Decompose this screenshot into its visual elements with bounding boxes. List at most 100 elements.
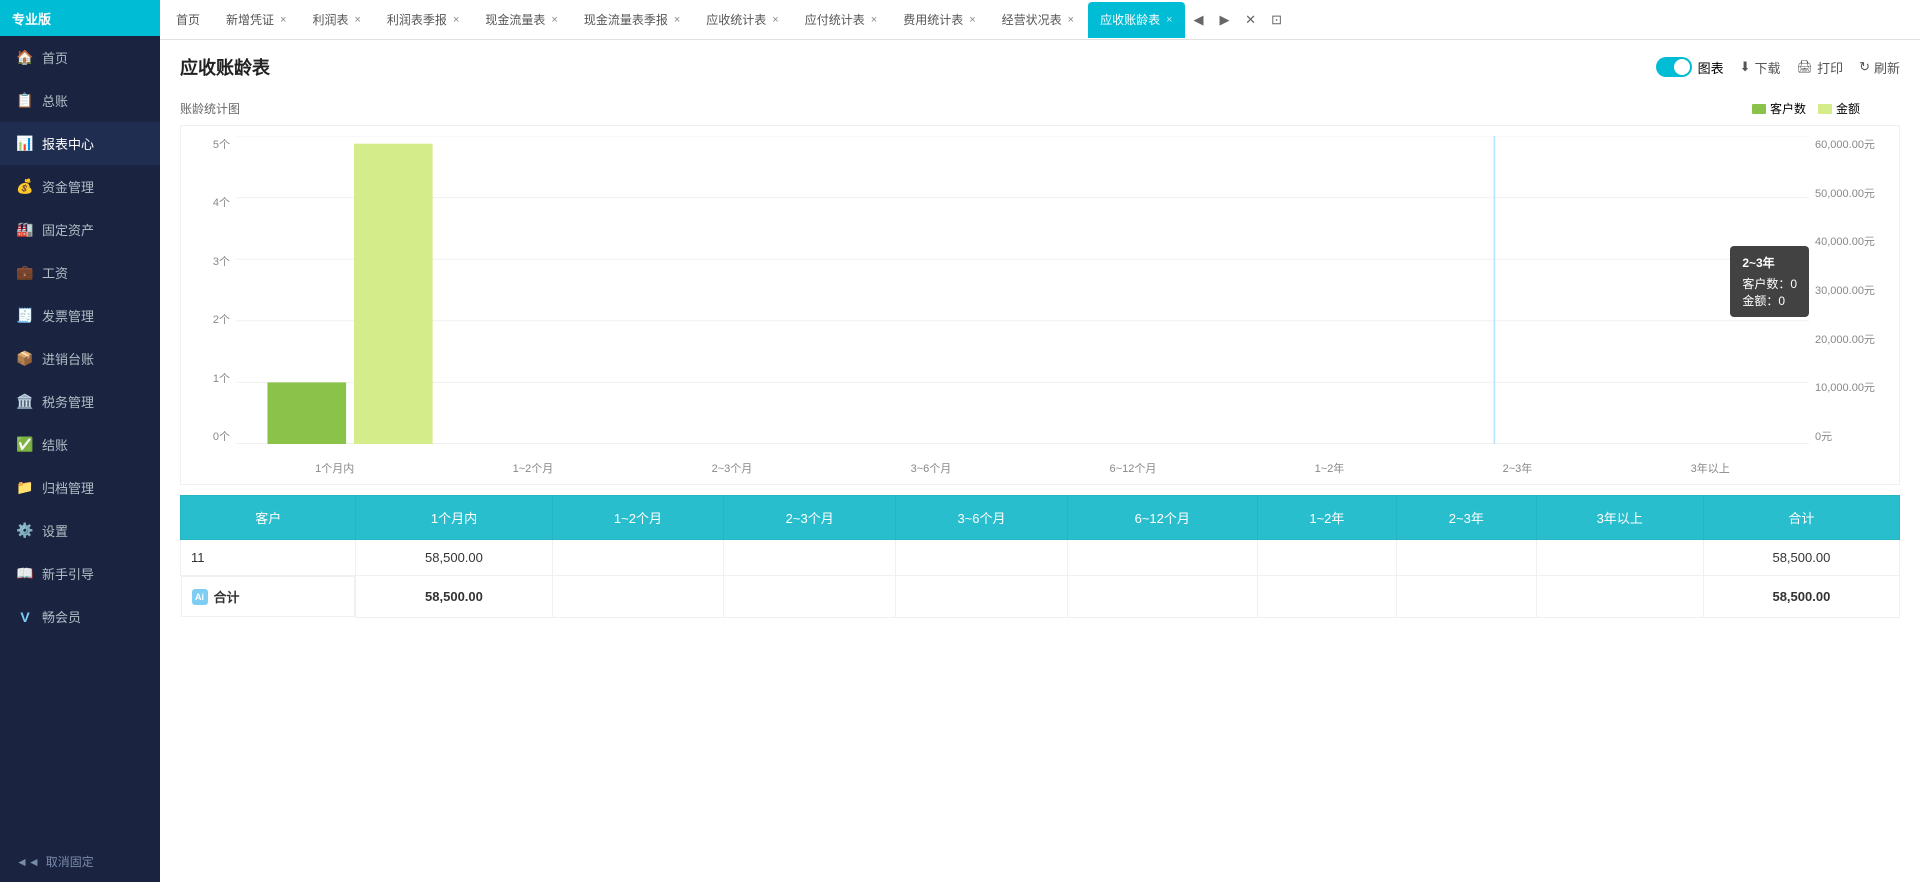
- sidebar-item-assets[interactable]: 🏭 固定资产: [0, 208, 160, 251]
- tab-ar-aging-label: 应收账龄表: [1100, 11, 1160, 28]
- sidebar-item-closing[interactable]: ✅ 结账: [0, 423, 160, 466]
- sidebar-item-ledger[interactable]: 📋 总账: [0, 79, 160, 122]
- sidebar-logo: 专业版: [0, 0, 160, 36]
- refresh-btn[interactable]: ↻ 刷新: [1859, 58, 1900, 77]
- chart-toggle[interactable]: 图表: [1656, 57, 1724, 77]
- sidebar-item-home[interactable]: 🏠 首页: [0, 36, 160, 79]
- toggle-label: 图表: [1698, 58, 1724, 77]
- chart-wrapper: 5个 4个 3个 2个 1个 0个: [180, 125, 1900, 485]
- col-m612: 6~12个月: [1067, 496, 1257, 540]
- table-total-row: Ai 合计 58,500.00 58,500.00: [181, 576, 1900, 618]
- cell-customer: 11: [181, 540, 356, 576]
- close-icon[interactable]: ×: [969, 14, 975, 26]
- sidebar-item-reports[interactable]: 📊 报表中心: [0, 122, 160, 165]
- tab-ar-stats[interactable]: 应收统计表 ×: [694, 2, 790, 38]
- settings-icon: ⚙️: [16, 522, 34, 539]
- refresh-icon: ↻: [1859, 59, 1870, 75]
- ledger-icon: 📋: [16, 92, 34, 109]
- total-icon: Ai: [192, 589, 208, 605]
- cell-y12: [1257, 540, 1396, 576]
- tab-ap-stats[interactable]: 应付统计表 ×: [793, 2, 889, 38]
- sidebar-item-tax[interactable]: 🏛️ 税务管理: [0, 380, 160, 423]
- total-m12: [552, 576, 724, 618]
- print-btn[interactable]: 🖨 打印: [1797, 58, 1844, 77]
- sidebar-item-guide[interactable]: 📖 新手引导: [0, 552, 160, 595]
- table-section: 客户 1个月内 1~2个月 2~3个月 3~6个月 6~12个月 1~2年 2~…: [160, 495, 1920, 882]
- table-header-row: 客户 1个月内 1~2个月 2~3个月 3~6个月 6~12个月 1~2年 2~…: [181, 496, 1900, 540]
- sidebar-item-label: 归档管理: [42, 478, 94, 497]
- tab-close-all-btn[interactable]: ✕: [1239, 8, 1263, 32]
- download-icon: ⬇: [1740, 59, 1751, 75]
- col-y23: 2~3年: [1397, 496, 1536, 540]
- col-total: 合计: [1703, 496, 1899, 540]
- y-right-40k: 40,000.00元: [1815, 233, 1875, 249]
- tab-scroll-left-btn[interactable]: ◀: [1187, 8, 1211, 32]
- sidebar-item-label: 报表中心: [42, 134, 94, 153]
- chart-legend: 客户数 金额: [1752, 100, 1860, 117]
- total-m612: [1067, 576, 1257, 618]
- tab-operations-label: 经营状况表: [1002, 11, 1062, 28]
- close-icon[interactable]: ×: [354, 14, 360, 26]
- total-y12: [1257, 576, 1396, 618]
- print-label: 打印: [1817, 58, 1843, 77]
- total-label-cell: Ai 合计: [181, 576, 356, 617]
- chart-container: 账龄统计图 客户数 金额 5个 4个 3个: [160, 90, 1920, 495]
- tab-bar: 首页 新增凭证 × 利润表 × 利润表季报 × 现金流量表 × 现金流量表季报 …: [160, 0, 1920, 40]
- close-icon[interactable]: ×: [453, 14, 459, 26]
- tab-cashflow[interactable]: 现金流量表 ×: [473, 2, 569, 38]
- unpin-label: 取消固定: [46, 853, 94, 870]
- tab-profit[interactable]: 利润表 ×: [300, 2, 372, 38]
- close-icon[interactable]: ×: [871, 14, 877, 26]
- tab-home[interactable]: 首页: [164, 2, 212, 38]
- chart-svg-area: [236, 136, 1809, 444]
- tab-cashflow-quarterly[interactable]: 现金流量表季报 ×: [572, 2, 692, 38]
- tab-new-voucher-label: 新增凭证: [226, 11, 274, 28]
- sidebar-item-invoice[interactable]: 🧾 发票管理: [0, 294, 160, 337]
- cell-m12: [552, 540, 724, 576]
- close-icon[interactable]: ×: [674, 14, 680, 26]
- sidebar-item-trading[interactable]: 📦 进销台账: [0, 337, 160, 380]
- toggle-track[interactable]: [1656, 57, 1692, 77]
- col-m36: 3~6个月: [896, 496, 1068, 540]
- sidebar-item-funds[interactable]: 💰 资金管理: [0, 165, 160, 208]
- sidebar-item-label: 畅会员: [42, 607, 81, 626]
- salary-icon: 💼: [16, 264, 34, 281]
- tab-operations[interactable]: 经营状况表 ×: [990, 2, 1086, 38]
- download-btn[interactable]: ⬇ 下载: [1740, 58, 1781, 77]
- legend-amount-color: [1818, 104, 1832, 114]
- tax-icon: 🏛️: [16, 393, 34, 410]
- tab-cashflow-quarterly-label: 现金流量表季报: [584, 11, 668, 28]
- tab-ar-aging[interactable]: 应收账龄表 ×: [1088, 2, 1184, 38]
- total-total: 58,500.00: [1703, 576, 1899, 618]
- tab-maximize-btn[interactable]: ⊡: [1265, 8, 1289, 32]
- col-m23: 2~3个月: [724, 496, 896, 540]
- tab-profit-quarterly[interactable]: 利润表季报 ×: [375, 2, 471, 38]
- total-y23: [1397, 576, 1536, 618]
- funds-icon: 💰: [16, 178, 34, 195]
- close-icon[interactable]: ×: [772, 14, 778, 26]
- sidebar-item-vip[interactable]: V 畅会员: [0, 595, 160, 638]
- tab-ap-stats-label: 应付统计表: [805, 11, 865, 28]
- close-icon[interactable]: ×: [1166, 14, 1172, 26]
- y-right-0: 0元: [1815, 428, 1832, 444]
- sidebar-item-salary[interactable]: 💼 工资: [0, 251, 160, 294]
- table-row: 11 58,500.00 58,500.00: [181, 540, 1900, 576]
- refresh-label: 刷新: [1874, 58, 1900, 77]
- sidebar-unpin-btn[interactable]: ◄◄ 取消固定: [0, 841, 160, 882]
- total-m1: 58,500.00: [356, 576, 552, 618]
- tab-new-voucher[interactable]: 新增凭证 ×: [214, 2, 298, 38]
- sidebar-item-settings[interactable]: ⚙️ 设置: [0, 509, 160, 552]
- x-label-m36: 3~6个月: [911, 460, 952, 476]
- main-area: 首页 新增凭证 × 利润表 × 利润表季报 × 现金流量表 × 现金流量表季报 …: [160, 0, 1920, 882]
- tab-expense-stats[interactable]: 费用统计表 ×: [891, 2, 987, 38]
- tab-scroll-right-btn[interactable]: ▶: [1213, 8, 1237, 32]
- y-right-50k: 50,000.00元: [1815, 185, 1875, 201]
- y-right-10k: 10,000.00元: [1815, 379, 1875, 395]
- close-icon[interactable]: ×: [551, 14, 557, 26]
- close-icon[interactable]: ×: [280, 14, 286, 26]
- vip-icon: V: [16, 609, 34, 625]
- sidebar-item-archive[interactable]: 📁 归档管理: [0, 466, 160, 509]
- cell-total: 58,500.00: [1703, 540, 1899, 576]
- sidebar: 专业版 🏠 首页 📋 总账 📊 报表中心 💰 资金管理 🏭 固定资产 💼 工资 …: [0, 0, 160, 882]
- close-icon[interactable]: ×: [1068, 14, 1074, 26]
